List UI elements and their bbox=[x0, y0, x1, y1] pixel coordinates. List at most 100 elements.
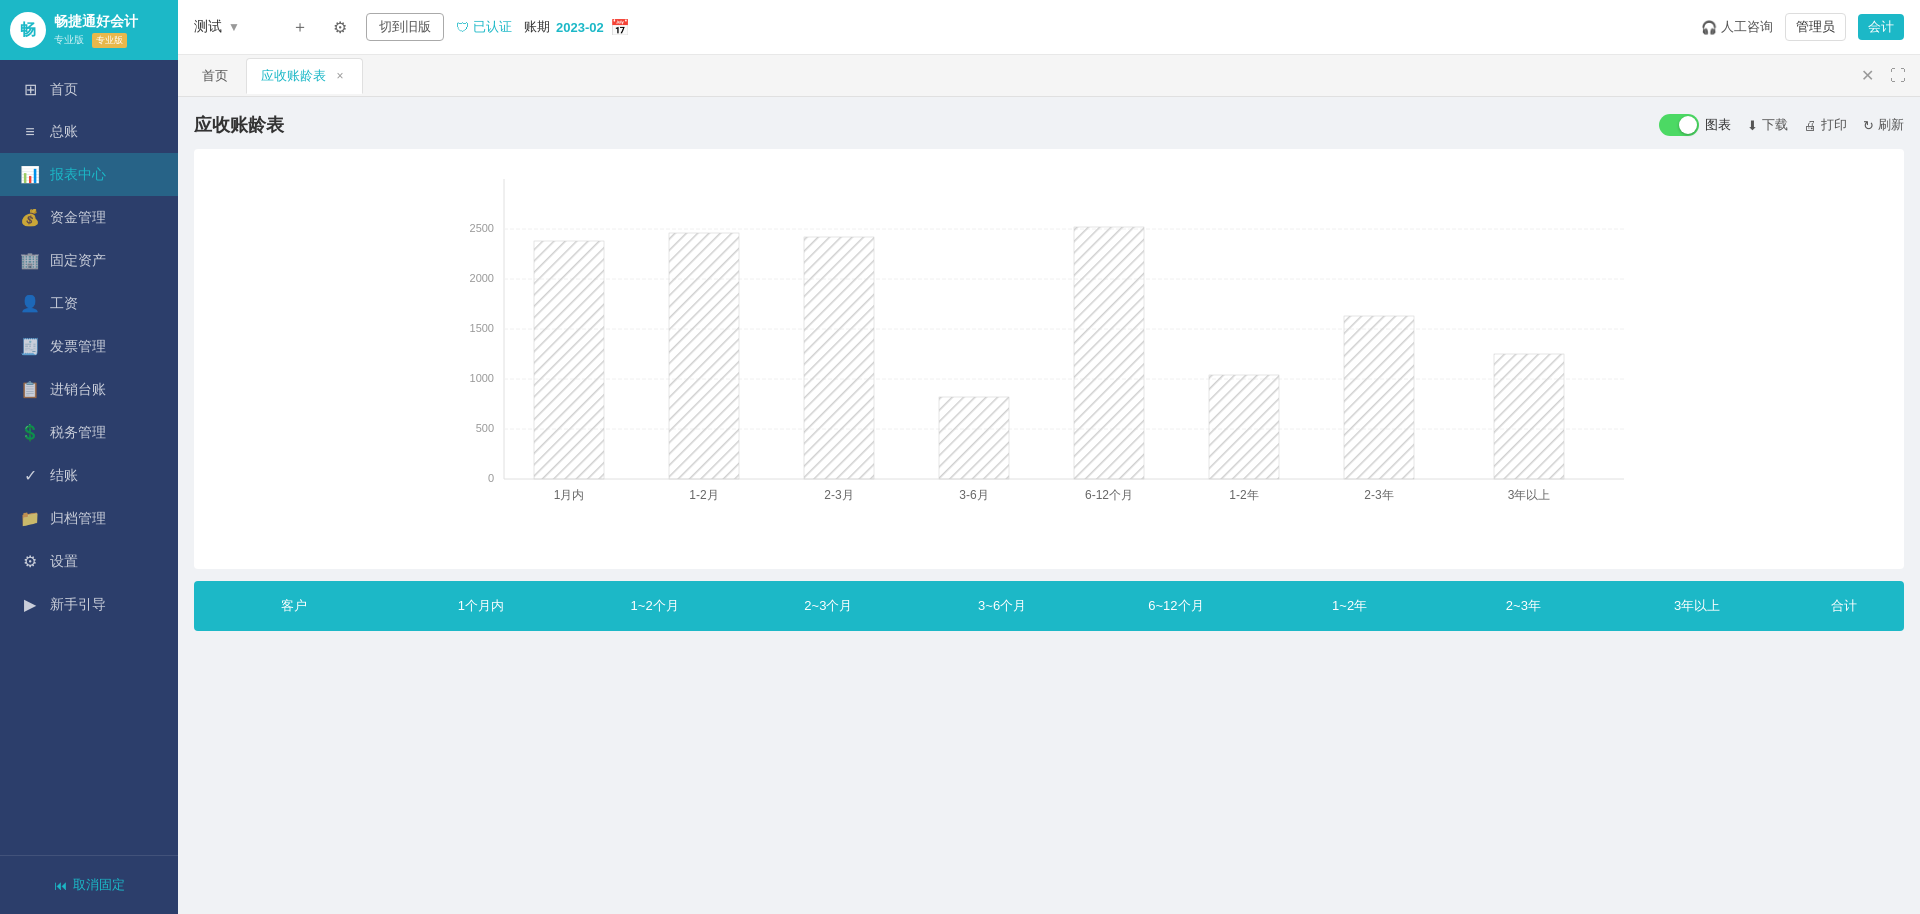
header-right: 🎧 人工咨询 管理员 会计 bbox=[1701, 13, 1904, 41]
tab-close-icon[interactable]: × bbox=[332, 68, 348, 84]
table-header: 客户 1个月内 1~2个月 2~3个月 3~6个月 6~12个月 1~2年 2~… bbox=[194, 581, 1904, 631]
invoice-icon: 🧾 bbox=[20, 337, 40, 356]
bar-3年以上 bbox=[1494, 354, 1564, 479]
sidebar-item-label: 报表中心 bbox=[50, 166, 106, 184]
svg-text:0: 0 bbox=[488, 472, 494, 484]
sidebar-item-archive[interactable]: 📁 归档管理 bbox=[0, 497, 178, 540]
sidebar-item-capital[interactable]: 💰 资金管理 bbox=[0, 196, 178, 239]
toolbar-right: 图表 ⬇ 下载 🖨 打印 ↻ 刷新 bbox=[1659, 114, 1904, 136]
svg-text:2500: 2500 bbox=[470, 222, 494, 234]
th-customer: 客户 bbox=[194, 581, 394, 631]
period-value: 2023-02 bbox=[556, 20, 604, 35]
sidebar-item-label: 归档管理 bbox=[50, 510, 106, 528]
sidebar-item-tax[interactable]: 💲 税务管理 bbox=[0, 411, 178, 454]
old-version-button[interactable]: 切到旧版 bbox=[366, 13, 444, 41]
download-button[interactable]: ⬇ 下载 bbox=[1747, 116, 1788, 134]
app-title: 畅捷通好会计 bbox=[54, 12, 138, 30]
app-subtitle: 专业版 bbox=[54, 33, 84, 47]
sidebar-item-guide[interactable]: ▶ 新手引导 bbox=[0, 583, 178, 626]
svg-text:2-3年: 2-3年 bbox=[1364, 488, 1393, 502]
sidebar-item-label: 新手引导 bbox=[50, 596, 106, 614]
bar-1-2月 bbox=[669, 233, 739, 479]
bar-1-2年 bbox=[1209, 375, 1279, 479]
calendar-icon[interactable]: 📅 bbox=[610, 18, 630, 37]
company-selector[interactable]: 测试 ▼ bbox=[194, 18, 274, 36]
assets-icon: 🏢 bbox=[20, 251, 40, 270]
sidebar-item-settings[interactable]: ⚙ 设置 bbox=[0, 540, 178, 583]
tab-home[interactable]: 首页 bbox=[188, 59, 242, 93]
chart-card: 0 500 1000 1500 2000 2500 bbox=[194, 149, 1904, 569]
maximize-window-button[interactable]: ⛶ bbox=[1886, 62, 1910, 89]
page-title-bar: 应收账龄表 图表 ⬇ 下载 🖨 打印 ↻ 刷新 bbox=[194, 113, 1904, 137]
svg-text:3年以上: 3年以上 bbox=[1508, 488, 1551, 502]
sidebar-item-sales[interactable]: 📋 进销台账 bbox=[0, 368, 178, 411]
wages-icon: 👤 bbox=[20, 294, 40, 313]
bar-2-3年 bbox=[1344, 316, 1414, 479]
toggle-knob bbox=[1679, 116, 1697, 134]
tab-bar-right: ✕ ⛶ bbox=[1857, 62, 1910, 89]
chevron-down-icon: ▼ bbox=[228, 20, 240, 34]
bar-6-12月 bbox=[1074, 227, 1144, 479]
capital-icon: 💰 bbox=[20, 208, 40, 227]
sidebar-item-label: 总账 bbox=[50, 123, 78, 141]
tab-ar-aging-label: 应收账龄表 bbox=[261, 67, 326, 85]
th-3-6month: 3~6个月 bbox=[915, 581, 1089, 631]
th-6-12month: 6~12个月 bbox=[1089, 581, 1263, 631]
chart-toggle-area: 图表 bbox=[1659, 114, 1731, 136]
th-total: 合计 bbox=[1784, 581, 1904, 631]
sidebar-item-label: 税务管理 bbox=[50, 424, 106, 442]
sidebar-item-invoice[interactable]: 🧾 发票管理 bbox=[0, 325, 178, 368]
th-2-3month: 2~3个月 bbox=[742, 581, 916, 631]
svg-text:500: 500 bbox=[476, 422, 494, 434]
pro-badge: 专业版 bbox=[92, 33, 127, 48]
content-area: 应收账龄表 图表 ⬇ 下载 🖨 打印 ↻ 刷新 bbox=[178, 97, 1920, 914]
sidebar-logo: 畅 畅捷通好会计 专业版 专业版 bbox=[0, 0, 178, 60]
tab-bar: 首页 应收账龄表 × ✕ ⛶ bbox=[178, 55, 1920, 97]
add-button[interactable]: ＋ bbox=[286, 13, 314, 41]
sidebar-item-label: 首页 bbox=[50, 81, 78, 99]
th-1-2month: 1~2个月 bbox=[568, 581, 742, 631]
download-icon: ⬇ bbox=[1747, 118, 1758, 133]
logo-icon: 畅 bbox=[10, 12, 46, 48]
refresh-button[interactable]: ↻ 刷新 bbox=[1863, 116, 1904, 134]
settings-header-button[interactable]: ⚙ bbox=[326, 13, 354, 41]
cancel-fixed-button[interactable]: ⏮ 取消固定 bbox=[0, 866, 178, 904]
period-area: 账期 2023-02 📅 bbox=[524, 18, 630, 37]
accounting-button[interactable]: 会计 bbox=[1858, 14, 1904, 40]
ledger-icon: ≡ bbox=[20, 123, 40, 141]
sidebar-item-label: 进销台账 bbox=[50, 381, 106, 399]
chart-toggle-label: 图表 bbox=[1705, 116, 1731, 134]
close-window-button[interactable]: ✕ bbox=[1857, 62, 1878, 89]
svg-text:6-12个月: 6-12个月 bbox=[1085, 488, 1133, 502]
top-header: 测试 ▼ ＋ ⚙ 切到旧版 🛡 已认证 账期 2023-02 📅 🎧 人工咨询 … bbox=[178, 0, 1920, 55]
consultation-button[interactable]: 🎧 人工咨询 bbox=[1701, 18, 1773, 36]
headset-icon: 🎧 bbox=[1701, 20, 1717, 35]
pin-left-icon: ⏮ bbox=[54, 878, 67, 893]
sidebar-item-assets[interactable]: 🏢 固定资产 bbox=[0, 239, 178, 282]
certified-badge: 🛡 已认证 bbox=[456, 18, 512, 36]
sidebar-item-home[interactable]: ⊞ 首页 bbox=[0, 68, 178, 111]
sidebar-item-closing[interactable]: ✓ 结账 bbox=[0, 454, 178, 497]
bar-1月内 bbox=[534, 241, 604, 479]
shield-icon: 🛡 bbox=[456, 20, 469, 35]
company-name: 测试 bbox=[194, 18, 222, 36]
svg-text:3-6月: 3-6月 bbox=[959, 488, 988, 502]
sidebar-item-ledger[interactable]: ≡ 总账 bbox=[0, 111, 178, 153]
archive-icon: 📁 bbox=[20, 509, 40, 528]
tab-ar-aging[interactable]: 应收账龄表 × bbox=[246, 58, 363, 94]
chart-toggle-switch[interactable] bbox=[1659, 114, 1699, 136]
reports-icon: 📊 bbox=[20, 165, 40, 184]
sidebar: 畅 畅捷通好会计 专业版 专业版 ⊞ 首页 ≡ 总账 📊 报表中心 💰 资金管理 bbox=[0, 0, 178, 914]
th-1month: 1个月内 bbox=[394, 581, 568, 631]
sidebar-item-wages[interactable]: 👤 工资 bbox=[0, 282, 178, 325]
sales-icon: 📋 bbox=[20, 380, 40, 399]
user-button[interactable]: 管理员 bbox=[1785, 13, 1846, 41]
th-2-3year: 2~3年 bbox=[1437, 581, 1611, 631]
svg-text:2000: 2000 bbox=[470, 272, 494, 284]
sidebar-item-reports[interactable]: 📊 报表中心 bbox=[0, 153, 178, 196]
svg-text:2-3月: 2-3月 bbox=[824, 488, 853, 502]
th-1-2year: 1~2年 bbox=[1263, 581, 1437, 631]
refresh-icon: ↻ bbox=[1863, 118, 1874, 133]
print-button[interactable]: 🖨 打印 bbox=[1804, 116, 1847, 134]
guide-icon: ▶ bbox=[20, 595, 40, 614]
